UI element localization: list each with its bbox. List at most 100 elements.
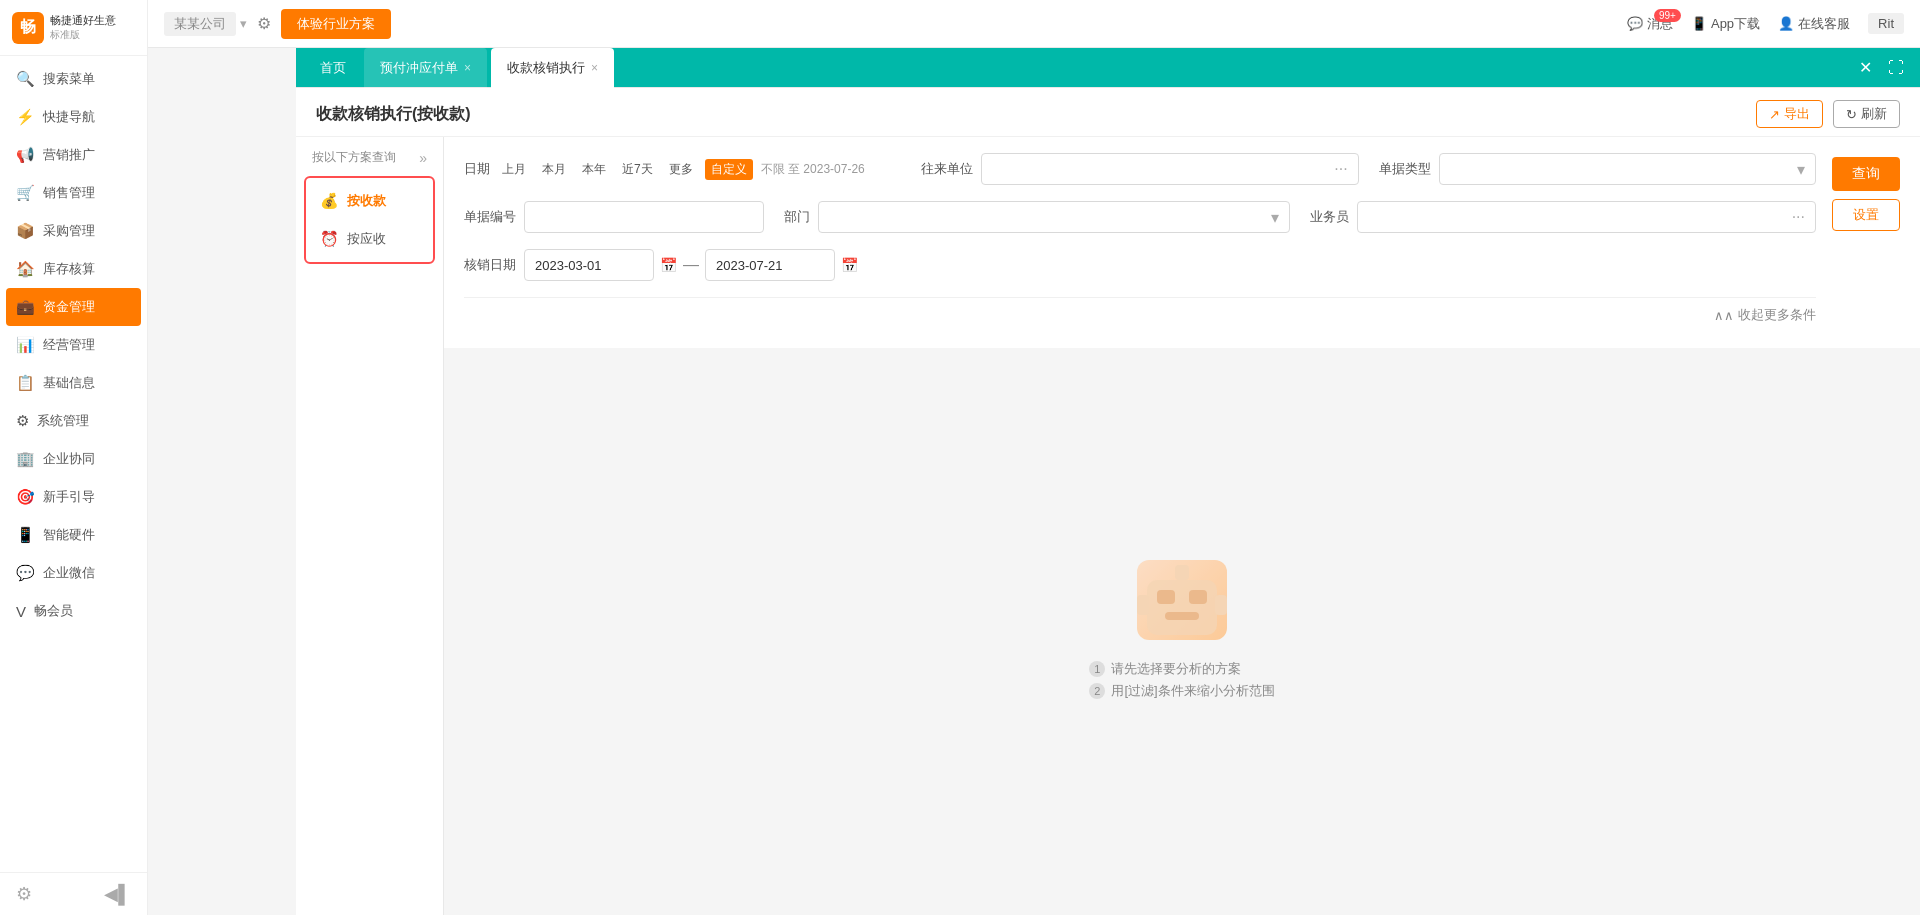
filter-item-receivable[interactable]: ⏰ 按应收: [310, 220, 429, 258]
tab-home[interactable]: 首页: [304, 48, 362, 88]
bill-no-label: 单据编号: [464, 208, 516, 226]
sidebar-item-system[interactable]: ⚙ 系统管理: [0, 402, 147, 440]
verify-start-calendar-icon[interactable]: 📅: [660, 257, 677, 273]
shortcut-this-year[interactable]: 本年: [578, 159, 610, 180]
dept-input[interactable]: ▾: [818, 201, 1290, 233]
settings-icon[interactable]: ⚙: [16, 883, 32, 905]
query-form-section: 日期 上月 本月 本年 近7天 更多 自定义 不限 至 2023-07-26: [444, 137, 1920, 348]
tab-expand[interactable]: ⛶: [1880, 59, 1912, 77]
shortcut-custom[interactable]: 自定义: [705, 159, 753, 180]
verify-start-input[interactable]: 2023-03-01: [524, 249, 654, 281]
tabs-bar: 首页 预付冲应付单 × 收款核销执行 × ✕ ⛶: [296, 48, 1920, 88]
sidebar-item-finance-label: 资金管理: [43, 298, 95, 316]
filter-item-receipt-label: 按收款: [347, 192, 386, 210]
verify-end-calendar-icon[interactable]: 📅: [841, 257, 858, 273]
logo-icon: 畅: [12, 12, 44, 44]
tab-receipt-label: 收款核销执行: [507, 59, 585, 77]
collapse-icon[interactable]: ◀▌: [104, 883, 131, 905]
date-range-hint: 不限 至 2023-07-26: [761, 161, 865, 178]
collapse-up-icon: ∧∧: [1714, 308, 1734, 323]
form-body: 日期 上月 本月 本年 近7天 更多 自定义 不限 至 2023-07-26: [464, 153, 1900, 332]
query-btn[interactable]: 查询: [1832, 157, 1900, 191]
sidebar-item-search[interactable]: 🔍 搜索菜单: [0, 60, 147, 98]
tab-receipt[interactable]: 收款核销执行 ×: [491, 48, 614, 88]
guide-icon: 🎯: [16, 488, 35, 506]
sidebar-item-marketing[interactable]: 📢 营销推广: [0, 136, 147, 174]
staff-more-icon[interactable]: ···: [1792, 208, 1805, 226]
sidebar-item-hardware-label: 智能硬件: [43, 526, 95, 544]
hardware-icon: 📱: [16, 526, 35, 544]
tab-prepay-close[interactable]: ×: [464, 61, 471, 75]
dept-chevron[interactable]: ▾: [1271, 208, 1279, 227]
shortcut-this-month[interactable]: 本月: [538, 159, 570, 180]
operation-icon: 📊: [16, 336, 35, 354]
sidebar-item-inventory[interactable]: 🏠 库存核算: [0, 250, 147, 288]
finance-icon: 💼: [16, 298, 35, 316]
verify-date-group: 2023-03-01 📅 — 2023-07-21 📅: [524, 249, 858, 281]
filter-title: 按以下方案查询 »: [304, 149, 435, 176]
sales-icon: 🛒: [16, 184, 35, 202]
sidebar-item-purchase-label: 采购管理: [43, 222, 95, 240]
form-fields: 日期 上月 本月 本年 近7天 更多 自定义 不限 至 2023-07-26: [464, 153, 1816, 332]
sidebar-item-sales[interactable]: 🛒 销售管理: [0, 174, 147, 212]
staff-label: 业务员: [1310, 208, 1349, 226]
step1-num: 1: [1089, 661, 1105, 677]
filter-collapse-icon[interactable]: »: [419, 150, 427, 166]
verify-date-field: 核销日期 2023-03-01 📅 — 2023-07-21 📅: [464, 249, 1816, 281]
filter-title-text: 按以下方案查询: [312, 149, 396, 166]
counterparty-field: 往来单位 ···: [921, 153, 1358, 185]
shortcut-more[interactable]: 更多: [665, 159, 697, 180]
counterparty-more-icon[interactable]: ···: [1334, 160, 1347, 178]
bill-type-label: 单据类型: [1379, 160, 1431, 178]
bill-no-input[interactable]: [524, 201, 764, 233]
counterparty-input[interactable]: ···: [981, 153, 1358, 185]
sidebar-item-basic[interactable]: 📋 基础信息: [0, 364, 147, 402]
sidebar-item-quick[interactable]: ⚡ 快捷导航: [0, 98, 147, 136]
sidebar-item-operation[interactable]: 📊 经营管理: [0, 326, 147, 364]
tab-home-label: 首页: [320, 59, 346, 77]
svg-rect-5: [1137, 595, 1149, 615]
page-header: 收款核销执行(按收款) ↗ 导出 ↻ 刷新: [296, 88, 1920, 137]
sidebar-item-marketing-label: 营销推广: [43, 146, 95, 164]
collapse-more-label: 收起更多条件: [1738, 306, 1816, 324]
logo-text: 畅捷通好生意: [50, 13, 116, 27]
tab-prepay-label: 预付冲应付单: [380, 59, 458, 77]
filter-item-receipt[interactable]: 💰 按收款: [310, 182, 429, 220]
collapse-more-btn[interactable]: ∧∧ 收起更多条件: [464, 297, 1816, 332]
sidebar-item-purchase[interactable]: 📦 采购管理: [0, 212, 147, 250]
sidebar-item-guide[interactable]: 🎯 新手引导: [0, 478, 147, 516]
refresh-label: 刷新: [1861, 105, 1887, 123]
refresh-btn[interactable]: ↻ 刷新: [1833, 100, 1900, 128]
tab-prepay[interactable]: 预付冲应付单 ×: [364, 48, 487, 88]
bill-type-input[interactable]: ▾: [1439, 153, 1816, 185]
sidebar-item-wechat[interactable]: 💬 企业微信: [0, 554, 147, 592]
basic-icon: 📋: [16, 374, 35, 392]
export-label: 导出: [1784, 105, 1810, 123]
step1-text: 请先选择要分析的方案: [1111, 660, 1241, 678]
filter-panel: 按以下方案查询 » 💰 按收款 ⏰ 按应收: [296, 137, 444, 915]
sidebar-item-search-label: 搜索菜单: [43, 70, 95, 88]
form-row-1: 日期 上月 本月 本年 近7天 更多 自定义 不限 至 2023-07-26: [464, 153, 1816, 185]
page-title: 收款核销执行(按收款): [316, 104, 471, 125]
staff-input[interactable]: ···: [1357, 201, 1816, 233]
sidebar-item-corp[interactable]: 🏢 企业协同: [0, 440, 147, 478]
shortcut-7days[interactable]: 近7天: [618, 159, 657, 180]
sidebar-bottom: ⚙ ◀▌: [0, 872, 147, 915]
bill-type-chevron[interactable]: ▾: [1797, 160, 1805, 179]
receivable-icon: ⏰: [320, 230, 339, 248]
member-icon: V: [16, 603, 26, 620]
tab-receipt-close[interactable]: ×: [591, 61, 598, 75]
sidebar-item-member[interactable]: V 畅会员: [0, 592, 147, 630]
export-btn[interactable]: ↗ 导出: [1756, 100, 1823, 128]
form-row-3: 核销日期 2023-03-01 📅 — 2023-07-21 📅: [464, 249, 1816, 281]
tab-close-all[interactable]: ✕: [1851, 58, 1880, 77]
wechat-icon: 💬: [16, 564, 35, 582]
settings-btn[interactable]: 设置: [1832, 199, 1900, 231]
shortcut-last-month[interactable]: 上月: [498, 159, 530, 180]
bill-type-field: 单据类型 ▾: [1379, 153, 1816, 185]
date-label: 日期: [464, 160, 490, 178]
sidebar-item-hardware[interactable]: 📱 智能硬件: [0, 516, 147, 554]
sidebar-item-finance[interactable]: 💼 资金管理: [6, 288, 141, 326]
verify-end-input[interactable]: 2023-07-21: [705, 249, 835, 281]
sidebar-item-quick-label: 快捷导航: [43, 108, 95, 126]
